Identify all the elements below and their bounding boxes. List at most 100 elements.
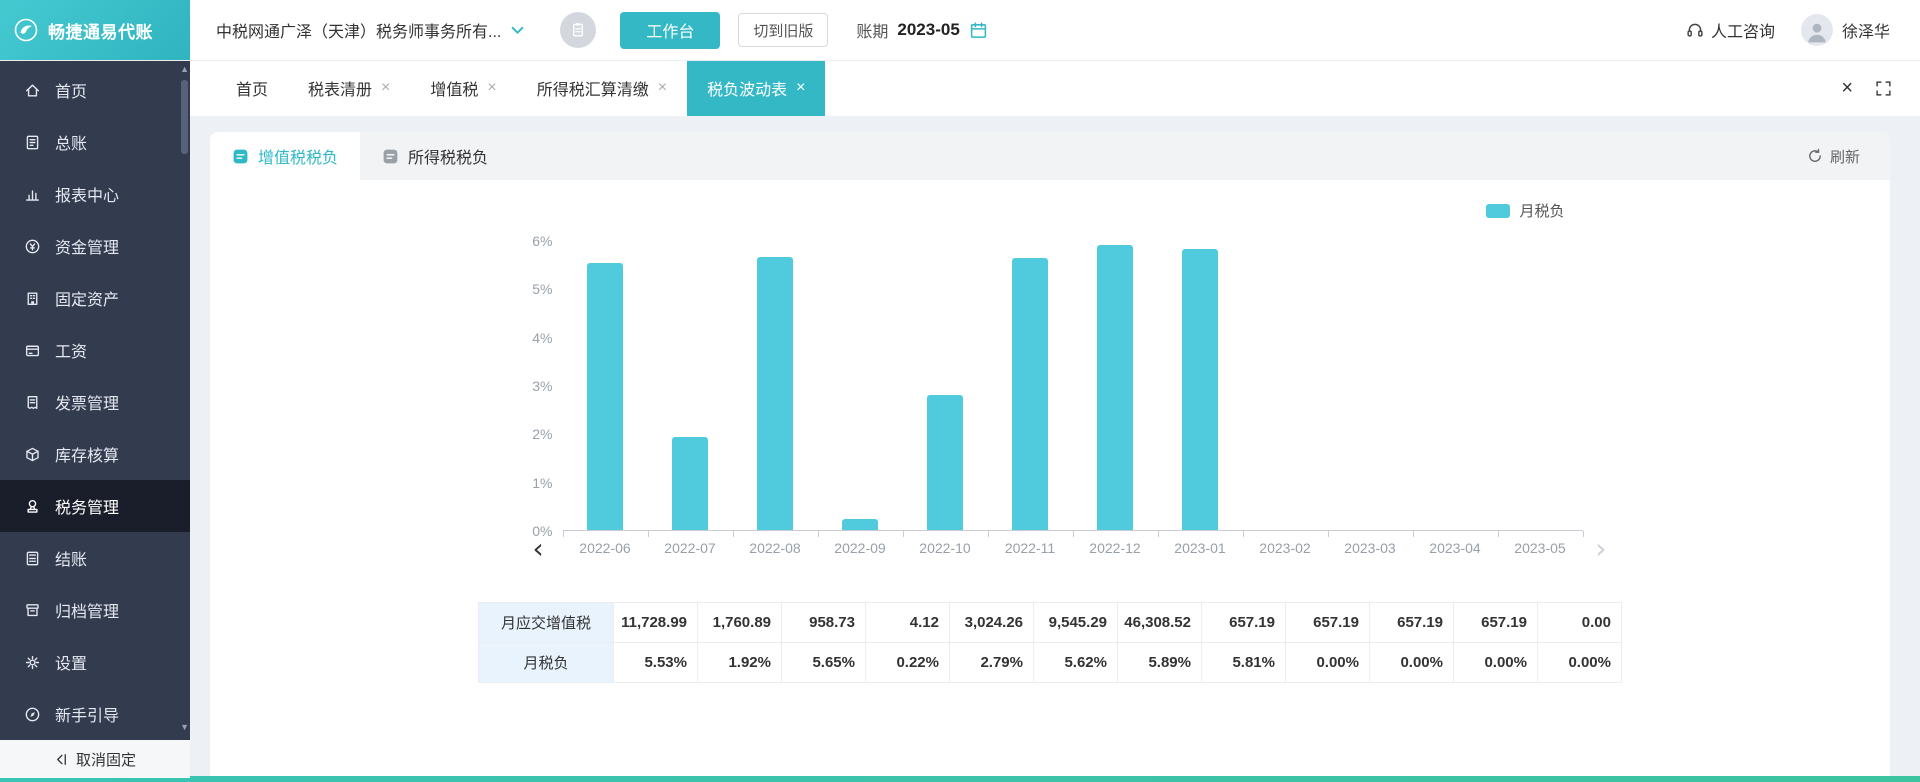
sidebar-item-settings[interactable]: 设置	[0, 636, 190, 688]
tax-icon	[24, 498, 41, 515]
brand-logo[interactable]: 畅捷通易代账	[0, 0, 190, 60]
table-cell: 657.19	[1453, 602, 1538, 643]
bar-2022-11[interactable]	[1012, 258, 1048, 530]
sidebar-item-closing[interactable]: 结账	[0, 532, 190, 584]
app-root: 畅捷通易代账 中税网通广泽（天津）税务师事务所有... 工作台 切到旧版 账期 …	[0, 0, 1920, 782]
accounting-period: 账期 2023-05	[856, 18, 987, 42]
table-cell: 3,024.26	[949, 602, 1034, 643]
brand-swirl-icon	[14, 18, 38, 42]
support-label: 人工咨询	[1710, 24, 1775, 41]
tab-close-icon[interactable]: ×	[796, 80, 805, 96]
table-cell: 0.00%	[1369, 642, 1454, 683]
user-menu[interactable]: 徐泽华	[1800, 14, 1920, 46]
sidebar-item-assets[interactable]: 固定资产	[0, 272, 190, 324]
refresh-button[interactable]: 刷新	[1807, 132, 1890, 180]
notes-icon[interactable]	[560, 12, 597, 48]
sidebar-item-invoice[interactable]: 发票管理	[0, 376, 190, 428]
x-axis-label: 2022-08	[749, 540, 801, 556]
chart-column	[1073, 241, 1159, 537]
close-icon[interactable]: ×	[1841, 78, 1853, 98]
chart-column	[1243, 241, 1329, 537]
fullscreen-icon[interactable]	[1875, 80, 1892, 97]
table-cell: 46,308.52	[1117, 602, 1202, 643]
x-axis-label: 2022-07	[664, 540, 716, 556]
tab-tax-fluctuation[interactable]: 税负波动表 ×	[687, 60, 826, 116]
sidebar-item-ledger[interactable]: 总账	[0, 116, 190, 168]
table-cell: 657.19	[1369, 602, 1454, 643]
collapse-left-icon	[57, 753, 66, 765]
tab-close-icon[interactable]: ×	[381, 80, 390, 96]
inventory-icon	[24, 446, 41, 463]
sidebar-scrollbar-thumb[interactable]	[181, 80, 188, 154]
y-axis-label: 3%	[532, 378, 553, 394]
sidebar-item-archive[interactable]: 归档管理	[0, 584, 190, 636]
sidebar-item-label: 设置	[55, 656, 88, 673]
period-value[interactable]: 2023-05	[897, 20, 959, 40]
table-cell: 1,760.89	[697, 602, 782, 643]
sidebar-item-label: 首页	[55, 84, 88, 101]
table-cell: 657.19	[1285, 602, 1370, 643]
tab-income-burden[interactable]: 所得税税负	[360, 132, 510, 180]
tab-home[interactable]: 首页	[216, 60, 288, 116]
bar-2022-10[interactable]	[927, 395, 963, 530]
table-row: 月应交增值税 11,728.99 1,760.89 958.73 4.12 3,024.2…	[478, 602, 1622, 643]
chart-next-icon[interactable]: ›	[1595, 535, 1606, 563]
bar-2022-09[interactable]	[842, 519, 878, 530]
table-cell: 0.00%	[1453, 642, 1538, 683]
refresh-icon	[1809, 148, 1821, 162]
x-axis-label: 2022-06	[579, 540, 631, 556]
bar-2022-08[interactable]	[757, 256, 793, 530]
tab-vat[interactable]: 增值税 ×	[410, 60, 516, 116]
chart-plot-region: 0% 1% 2% 3% 4% 5% 6% 2022-06 2022-07 2022-08 2022…	[518, 233, 1606, 563]
sidebar-item-tax[interactable]: 税务管理	[0, 480, 190, 532]
table-cell: 0.00%	[1285, 642, 1370, 683]
sidebar-item-guide[interactable]: 新手引导	[0, 688, 190, 740]
top-header: 畅捷通易代账 中税网通广泽（天津）税务师事务所有... 工作台 切到旧版 账期 …	[0, 0, 1920, 60]
table-cell: 1.92%	[697, 642, 782, 683]
support-link[interactable]: 人工咨询	[1686, 18, 1775, 42]
tab-bar: 首页 税表清册 × 增值税 × 所得税汇算清缴 × 税负波动表 × ×	[190, 60, 1920, 116]
username: 徐泽华	[1841, 24, 1890, 41]
chart-column	[1158, 241, 1244, 537]
sidebar-item-funds[interactable]: 资金管理	[0, 220, 190, 272]
open-tabs: 首页 税表清册 × 增值税 × 所得税汇算清缴 × 税负波动表 ×	[216, 60, 826, 116]
tab-income-tax[interactable]: 所得税汇算清缴 ×	[517, 60, 687, 116]
ledger-icon	[24, 134, 41, 151]
chart-prev-icon[interactable]: ‹	[533, 535, 544, 563]
sidebar-item-payroll[interactable]: 工资	[0, 324, 190, 376]
bar-2022-12[interactable]	[1097, 245, 1133, 530]
guide-icon	[24, 706, 41, 723]
company-selector[interactable]: 中税网通广泽（天津）税务师事务所有...	[216, 18, 524, 42]
x-axis-label: 2023-02	[1259, 540, 1311, 556]
y-axis-label: 1%	[532, 474, 553, 491]
tab-label: 所得税汇算清缴	[536, 82, 649, 99]
tab-close-icon[interactable]: ×	[658, 80, 667, 96]
tab-vat-burden[interactable]: 增值税税负	[210, 132, 361, 180]
sidebar-item-inventory[interactable]: 库存核算	[0, 428, 190, 480]
chart-column	[733, 241, 819, 537]
chart-column	[562, 241, 649, 537]
unpin-button[interactable]: 取消固定	[0, 740, 190, 778]
switch-old-version-button[interactable]: 切到旧版	[738, 13, 829, 47]
payroll-icon	[24, 342, 41, 359]
legend-label: 月税负	[1519, 203, 1565, 220]
sidebar-scroll-down-icon[interactable]: ▼	[180, 723, 189, 732]
calendar-icon[interactable]	[969, 21, 988, 40]
tax-burden-chart: 月税负 0% 1% 2% 3% 4% 5% 6% 2022-06 2022-07 2022-08…	[518, 200, 1606, 563]
sidebar-item-home[interactable]: 首页	[0, 64, 190, 116]
sidebar-scroll-up-icon[interactable]: ▲	[180, 65, 189, 74]
table-cell: 0.00	[1537, 602, 1622, 643]
chart-legend: 月税负	[518, 200, 1583, 221]
sidebar-item-reports[interactable]: 报表中心	[0, 168, 190, 220]
chart-column	[1413, 241, 1499, 537]
tab-close-icon[interactable]: ×	[487, 80, 496, 96]
bar-2023-01[interactable]	[1182, 249, 1218, 530]
table-cell: 5.89%	[1117, 642, 1202, 683]
sidebar-item-label: 结账	[55, 552, 88, 569]
tax-burden-card: 增值税税负 所得税税负 刷新 月税负 0% 1% 2% 3% 4% 5% 6% …	[210, 132, 1890, 776]
chart-column	[1498, 241, 1584, 537]
bar-2022-07[interactable]	[672, 437, 708, 530]
bar-2022-06[interactable]	[587, 262, 623, 530]
tab-tax-register[interactable]: 税表清册 ×	[288, 60, 410, 116]
workbench-button[interactable]: 工作台	[620, 11, 721, 49]
